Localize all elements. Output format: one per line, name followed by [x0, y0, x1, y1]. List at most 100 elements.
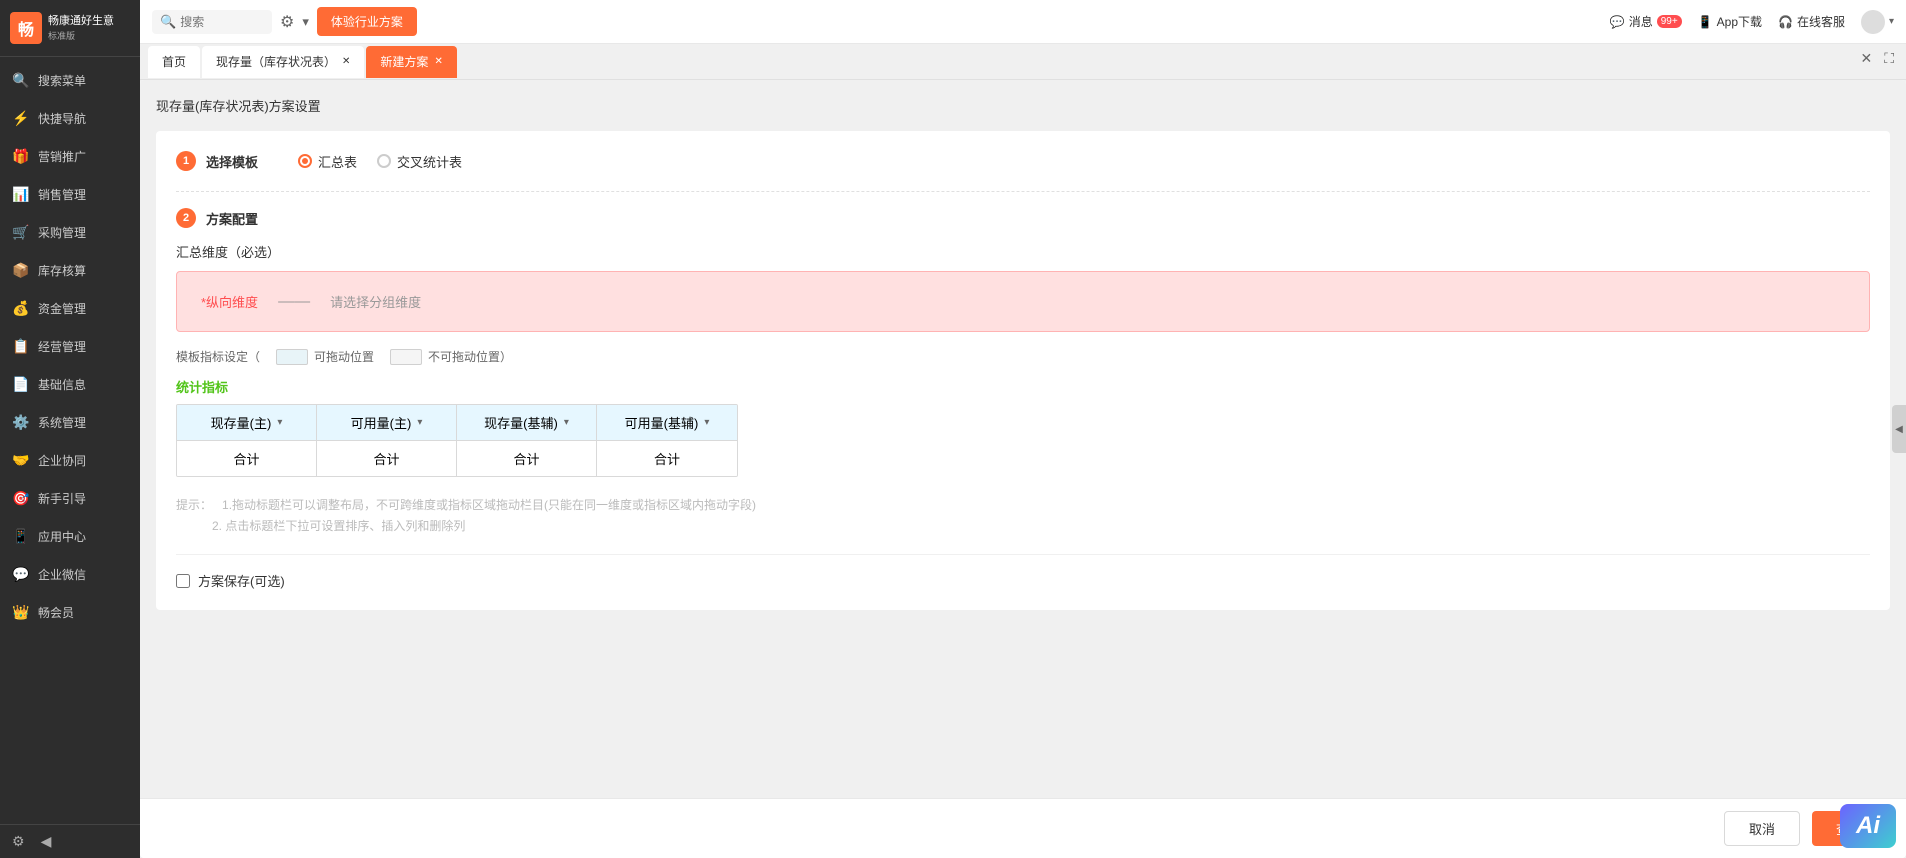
save-plan-checkbox[interactable] [176, 574, 190, 588]
col-3-dropdown-icon[interactable]: ▾ [564, 417, 569, 428]
sidebar: 畅 畅康通好生意 标准版 🔍 搜索菜单 ⚡ 快捷导航 🎁 营销推广 📊 销售管理… [0, 0, 140, 858]
tabbar-wrapper: 首页 现存量（库存状况表） ✕ 新建方案 ✕ ✕ ⛶ [140, 44, 1906, 80]
app-download-label: App下载 [1717, 13, 1762, 30]
topbar-search-box[interactable]: 🔍 [152, 10, 272, 34]
sidebar-item-label: 基础信息 [38, 376, 86, 393]
non-draggable-indicator-box [390, 349, 422, 365]
right-collapse-handle[interactable]: ◀ [1892, 405, 1906, 453]
sidebar-item-appcenter[interactable]: 📱 应用中心 [0, 517, 140, 555]
sidebar-item-operations[interactable]: 📋 经营管理 [0, 327, 140, 365]
tab-new-plan[interactable]: 新建方案 ✕ [366, 46, 456, 78]
stats-header-cell-1: 现存量(主) ▾ [177, 405, 316, 441]
online-service-label: 在线客服 [1797, 13, 1845, 30]
sidebar-item-inventory[interactable]: 📦 库存核算 [0, 251, 140, 289]
dimension-box[interactable]: *纵向维度 —— 请选择分组维度 [176, 271, 1870, 332]
messages-label: 消息 [1629, 13, 1653, 30]
radio-summary[interactable]: 汇总表 [298, 152, 357, 171]
topbar-dropdown-icon[interactable]: ▾ [302, 14, 309, 30]
settings-panel: 1 选择模板 汇总表 交叉统计表 [156, 131, 1890, 610]
stats-body-col-4: 合计 [597, 441, 737, 476]
stats-col-3-label: 现存量(基辅) [484, 413, 558, 432]
sidebar-item-basic[interactable]: 📄 基础信息 [0, 365, 140, 403]
collapse-sidebar-icon[interactable]: ◀ [41, 833, 52, 850]
dimension-placeholder: 请选择分组维度 [330, 292, 421, 311]
tip-prefix: 提示： [176, 498, 219, 512]
sidebar-item-member[interactable]: 👑 畅会员 [0, 593, 140, 631]
wechat-icon: 💬 [12, 565, 30, 583]
page-title: 现存量(库存状况表)方案设置 [156, 96, 1890, 115]
try-industry-plan-button[interactable]: 体验行业方案 [317, 7, 417, 36]
sidebar-item-quicknav[interactable]: ⚡ 快捷导航 [0, 99, 140, 137]
col-2-dropdown-icon[interactable]: ▾ [417, 417, 422, 428]
sidebar-item-label: 快捷导航 [38, 110, 86, 127]
tab-home[interactable]: 首页 [148, 46, 200, 78]
sidebar-item-cooperation[interactable]: 🤝 企业协同 [0, 441, 140, 479]
tab-inventory-label: 现存量（库存状况表） [216, 53, 336, 70]
sidebar-item-label: 应用中心 [38, 528, 86, 545]
topbar: 🔍 ⚙ ▾ 体验行业方案 💬 消息 99+ 📱 App下载 🎧 在线客服 ▾ [140, 0, 1906, 44]
sidebar-item-newbie[interactable]: 🎯 新手引导 [0, 479, 140, 517]
app-download-button[interactable]: 📱 App下载 [1698, 13, 1762, 30]
draggable-legend-item: 可拖动位置 [276, 348, 374, 365]
radio-cross-label: 交叉统计表 [397, 152, 462, 171]
appcenter-icon: 📱 [12, 527, 30, 545]
col-4-dropdown-icon[interactable]: ▾ [704, 417, 709, 428]
topbar-gear-icon[interactable]: ⚙ [280, 12, 294, 32]
sidebar-item-system[interactable]: ⚙️ 系统管理 [0, 403, 140, 441]
col-1-dropdown-icon[interactable]: ▾ [277, 417, 282, 428]
stats-body-col-1: 合计 [177, 441, 317, 476]
non-draggable-label: 不可拖动位置） [428, 348, 512, 365]
messages-button[interactable]: 💬 消息 99+ [1610, 13, 1682, 30]
tab-new-plan-close-icon[interactable]: ✕ [434, 56, 442, 67]
sidebar-item-wechat[interactable]: 💬 企业微信 [0, 555, 140, 593]
sidebar-item-search[interactable]: 🔍 搜索菜单 [0, 61, 140, 99]
section-2: 2 方案配置 汇总维度（必选） *纵向维度 —— 请选择分组维度 模板指标设定（ [176, 208, 1870, 534]
radio-cross[interactable]: 交叉统计表 [377, 152, 462, 171]
tabbar: 首页 现存量（库存状况表） ✕ 新建方案 ✕ [140, 44, 1906, 80]
newbie-icon: 🎯 [12, 489, 30, 507]
save-area: 方案保存(可选) [176, 554, 1870, 590]
cancel-button[interactable]: 取消 [1724, 811, 1800, 846]
tip-2-text: 2. 点击标题栏下拉可设置排序、插入列和删除列 [212, 519, 465, 533]
stats-header-cell-4: 可用量(基辅) ▾ [597, 405, 737, 441]
ai-badge[interactable]: Ai [1840, 804, 1896, 848]
app-logo-icon: 畅 [10, 12, 42, 44]
app-version: 标准版 [48, 29, 114, 42]
app-name: 畅康通好生意 [48, 14, 114, 28]
draggable-label: 可拖动位置 [314, 348, 374, 365]
save-plan-label: 方案保存(可选) [198, 571, 285, 590]
tip-2: 2. 点击标题栏下拉可设置排序、插入列和删除列 [176, 517, 1870, 534]
template-radio-group: 汇总表 交叉统计表 [298, 152, 462, 171]
expand-window-icon[interactable]: ⛶ [1880, 48, 1898, 69]
content-wrapper: 现存量(库存状况表)方案设置 1 选择模板 汇总表 [140, 80, 1906, 858]
marketing-icon: 🎁 [12, 147, 30, 165]
sidebar-item-label: 营销推广 [38, 148, 86, 165]
main-area: 🔍 ⚙ ▾ 体验行业方案 💬 消息 99+ 📱 App下载 🎧 在线客服 ▾ [140, 0, 1906, 858]
sidebar-item-label: 企业微信 [38, 566, 86, 583]
sidebar-item-marketing[interactable]: 🎁 营销推广 [0, 137, 140, 175]
tip-1: 提示： 1.拖动标题栏可以调整布局，不可跨维度或指标区域拖动栏目(只能在同一维度… [176, 496, 1870, 513]
sidebar-item-finance[interactable]: 💰 资金管理 [0, 289, 140, 327]
sidebar-item-label: 经营管理 [38, 338, 86, 355]
close-window-icon[interactable]: ✕ [1856, 48, 1876, 69]
search-menu-icon: 🔍 [12, 71, 30, 89]
settings-icon[interactable]: ⚙ [12, 833, 25, 850]
chevron-down-icon: ▾ [1889, 16, 1894, 27]
avatar-image [1861, 10, 1885, 34]
online-service-button[interactable]: 🎧 在线客服 [1778, 13, 1845, 30]
sidebar-item-label: 畅会员 [38, 604, 74, 621]
sales-icon: 📊 [12, 185, 30, 203]
user-avatar[interactable]: ▾ [1861, 10, 1894, 34]
search-input[interactable] [180, 15, 260, 29]
window-controls: ✕ ⛶ [1848, 44, 1906, 73]
sidebar-item-purchase[interactable]: 🛒 采购管理 [0, 213, 140, 251]
tab-inventory[interactable]: 现存量（库存状况表） ✕ [202, 46, 364, 78]
finance-icon: 💰 [12, 299, 30, 317]
sidebar-item-sales[interactable]: 📊 销售管理 [0, 175, 140, 213]
system-icon: ⚙️ [12, 413, 30, 431]
section-1: 1 选择模板 汇总表 交叉统计表 [176, 151, 1870, 171]
tab-inventory-close-icon[interactable]: ✕ [342, 56, 350, 67]
dimension-dash: —— [278, 293, 310, 311]
sidebar-item-label: 采购管理 [38, 224, 86, 241]
section-divider-1 [176, 191, 1870, 192]
